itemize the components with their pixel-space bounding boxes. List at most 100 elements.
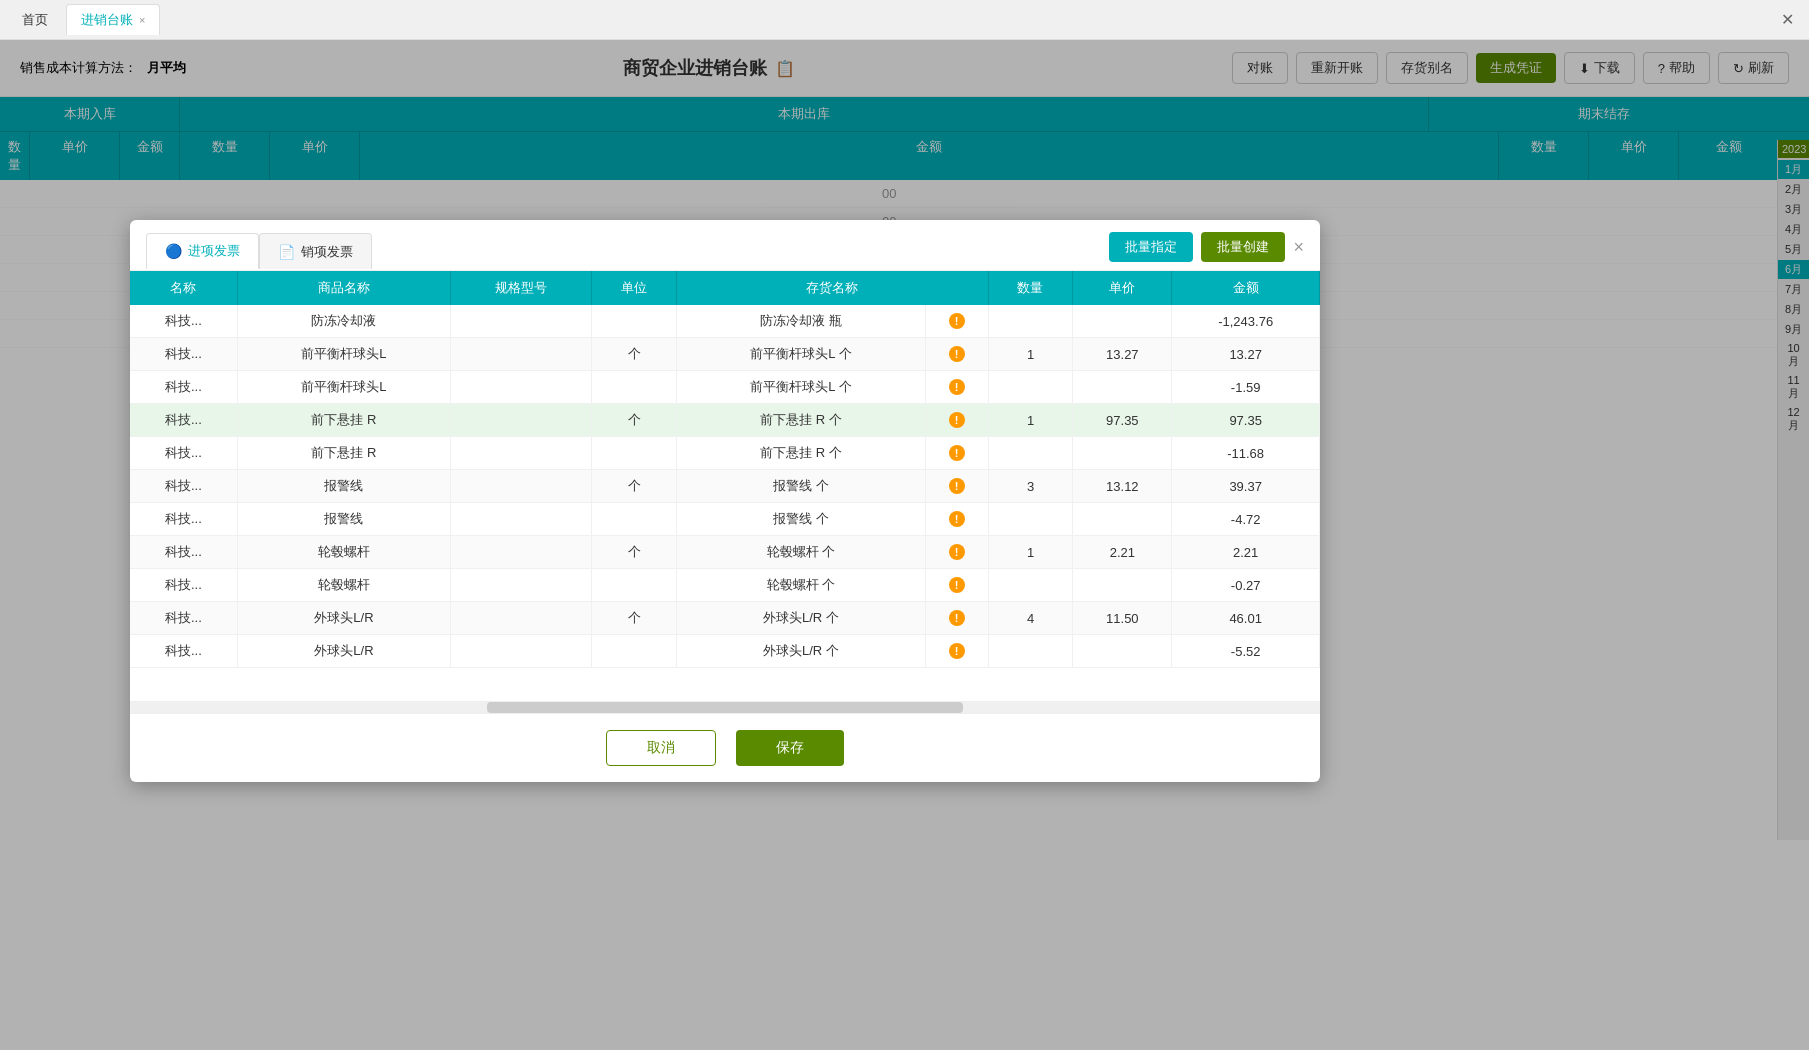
cancel-button[interactable]: 取消 — [606, 730, 716, 766]
modal-tabs: 🔵 进项发票 📄 销项发票 — [146, 233, 372, 269]
cell-4-0: 科技... — [130, 437, 237, 470]
cell-6-3 — [592, 503, 677, 536]
cell-6-6 — [988, 503, 1073, 536]
save-button[interactable]: 保存 — [736, 730, 844, 766]
modal-dialog: 🔵 进项发票 📄 销项发票 批量指定 批量创建 × — [130, 220, 1320, 782]
cell-3-8: 97.35 — [1172, 404, 1320, 437]
horizontal-scrollbar[interactable] — [130, 701, 1320, 713]
cell-0-2 — [451, 305, 592, 338]
modal-close-button[interactable]: × — [1293, 237, 1304, 258]
cell-2-3 — [592, 371, 677, 404]
th-amount: 金额 — [1172, 271, 1320, 305]
cell-8-1: 轮毂螺杆 — [237, 569, 450, 602]
cell-3-1: 前下悬挂 R — [237, 404, 450, 437]
warning-icon: ! — [949, 346, 965, 362]
cell-5-1: 报警线 — [237, 470, 450, 503]
table-row: 科技...防冻冷却液防冻冷却液 瓶!-1,243.76 — [130, 305, 1320, 338]
cell-0-6 — [988, 305, 1073, 338]
cell-10-4: 外球头L/R 个 — [677, 635, 925, 668]
cell-4-4: 前下悬挂 R 个 — [677, 437, 925, 470]
cell-6-7 — [1073, 503, 1172, 536]
table-row: 科技...前平衡杆球头L个前平衡杆球头L 个!113.2713.27 — [130, 338, 1320, 371]
table-row: 科技...前平衡杆球头L前平衡杆球头L 个!-1.59 — [130, 371, 1320, 404]
th-qty: 数量 — [988, 271, 1073, 305]
window-close-button[interactable]: ✕ — [1773, 6, 1801, 34]
th-company-name: 名称 — [130, 271, 237, 305]
cell-8-0: 科技... — [130, 569, 237, 602]
cell-1-5: ! — [925, 338, 988, 371]
table-row: 科技...外球头L/R外球头L/R 个!-5.52 — [130, 635, 1320, 668]
cell-5-0: 科技... — [130, 470, 237, 503]
tab-active[interactable]: 进销台账 × — [66, 4, 160, 35]
cell-4-8: -11.68 — [1172, 437, 1320, 470]
cell-3-3: 个 — [592, 404, 677, 437]
th-inventory-name: 存货名称 — [677, 271, 988, 305]
cell-9-8: 46.01 — [1172, 602, 1320, 635]
cell-5-8: 39.37 — [1172, 470, 1320, 503]
table-row: 科技...前下悬挂 R前下悬挂 R 个!-11.68 — [130, 437, 1320, 470]
warning-icon: ! — [949, 379, 965, 395]
cell-10-3 — [592, 635, 677, 668]
cell-7-2 — [451, 536, 592, 569]
cell-1-7: 13.27 — [1073, 338, 1172, 371]
cell-0-8: -1,243.76 — [1172, 305, 1320, 338]
top-bar: 首页 进销台账 × ✕ — [0, 0, 1809, 40]
cell-9-6: 4 — [988, 602, 1073, 635]
cell-5-3: 个 — [592, 470, 677, 503]
cell-6-0: 科技... — [130, 503, 237, 536]
th-unit-price: 单价 — [1073, 271, 1172, 305]
modal-batch-actions: 批量指定 批量创建 — [1109, 232, 1285, 262]
cell-1-4: 前平衡杆球头L 个 — [677, 338, 925, 371]
cell-3-5: ! — [925, 404, 988, 437]
cell-2-0: 科技... — [130, 371, 237, 404]
modal-header: 🔵 进项发票 📄 销项发票 批量指定 批量创建 × — [130, 220, 1320, 271]
cell-1-0: 科技... — [130, 338, 237, 371]
cell-0-3 — [592, 305, 677, 338]
cell-0-4: 防冻冷却液 瓶 — [677, 305, 925, 338]
cell-4-7 — [1073, 437, 1172, 470]
tab-outbound-invoice[interactable]: 📄 销项发票 — [259, 233, 372, 269]
cell-3-0: 科技... — [130, 404, 237, 437]
table-row: 科技...报警线个报警线 个!313.1239.37 — [130, 470, 1320, 503]
th-unit: 单位 — [592, 271, 677, 305]
cell-4-2 — [451, 437, 592, 470]
cell-1-6: 1 — [988, 338, 1073, 371]
cell-7-7: 2.21 — [1073, 536, 1172, 569]
inbound-tab-label: 进项发票 — [188, 242, 240, 260]
outbound-tab-label: 销项发票 — [301, 243, 353, 261]
cell-10-0: 科技... — [130, 635, 237, 668]
warning-icon: ! — [949, 511, 965, 527]
active-tab-label: 进销台账 — [81, 11, 133, 29]
warning-icon: ! — [949, 544, 965, 560]
main-content: 销售成本计算方法： 月平均 商贸企业进销台账 📋 对账 重新开账 存货别名 生成… — [0, 40, 1809, 1050]
cell-2-5: ! — [925, 371, 988, 404]
warning-icon: ! — [949, 412, 965, 428]
cell-3-7: 97.35 — [1073, 404, 1172, 437]
cell-10-7 — [1073, 635, 1172, 668]
table-row: 科技...外球头L/R个外球头L/R 个!411.5046.01 — [130, 602, 1320, 635]
cell-7-8: 2.21 — [1172, 536, 1320, 569]
cell-2-2 — [451, 371, 592, 404]
table-row: 科技...轮毂螺杆轮毂螺杆 个!-0.27 — [130, 569, 1320, 602]
batch-assign-button[interactable]: 批量指定 — [1109, 232, 1193, 262]
cell-9-7: 11.50 — [1073, 602, 1172, 635]
warning-icon: ! — [949, 577, 965, 593]
cell-9-4: 外球头L/R 个 — [677, 602, 925, 635]
cell-2-8: -1.59 — [1172, 371, 1320, 404]
cell-1-3: 个 — [592, 338, 677, 371]
cell-6-4: 报警线 个 — [677, 503, 925, 536]
modal-table-scroll[interactable]: 名称 商品名称 规格型号 单位 存货名称 数量 单价 金额 科技...防冻冷却液… — [130, 271, 1320, 701]
tab-inbound-invoice[interactable]: 🔵 进项发票 — [146, 233, 259, 269]
cell-5-7: 13.12 — [1073, 470, 1172, 503]
cell-5-5: ! — [925, 470, 988, 503]
warning-icon: ! — [949, 313, 965, 329]
tab-close-icon[interactable]: × — [139, 14, 145, 26]
cell-10-6 — [988, 635, 1073, 668]
cell-2-7 — [1073, 371, 1172, 404]
th-product-name: 商品名称 — [237, 271, 450, 305]
tab-home[interactable]: 首页 — [8, 5, 62, 35]
cell-8-5: ! — [925, 569, 988, 602]
batch-create-button[interactable]: 批量创建 — [1201, 232, 1285, 262]
cell-7-5: ! — [925, 536, 988, 569]
cell-6-2 — [451, 503, 592, 536]
